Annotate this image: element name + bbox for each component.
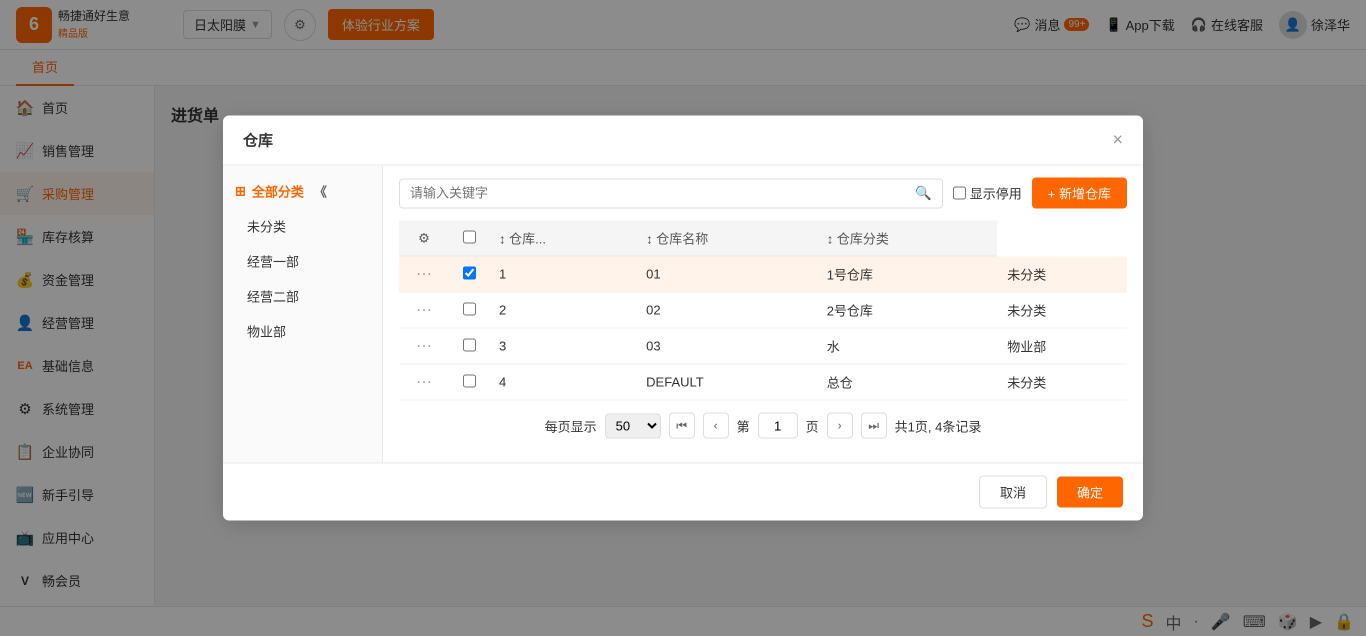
pagination-summary: 共1页, 4条记录 — [895, 416, 982, 435]
warehouse-modal: 仓库 × ⊞ 全部分类 《 未分类 经营一部 经营二部 物业部 🔍 — [223, 116, 1143, 521]
row-action-button[interactable]: ··· — [416, 301, 432, 319]
row-checkbox[interactable] — [463, 302, 476, 315]
row-code-cell: DEFAULT — [636, 364, 817, 400]
category-all-label: 全部分类 — [252, 182, 304, 201]
show-disabled-text: 显示停用 — [970, 184, 1022, 203]
category-unclassified[interactable]: 未分类 — [223, 209, 382, 244]
search-box: 🔍 — [399, 178, 943, 208]
show-disabled-checkbox[interactable] — [953, 187, 966, 200]
category-panel: ⊞ 全部分类 《 未分类 经营一部 经营二部 物业部 — [223, 166, 383, 463]
modal-close-button[interactable]: × — [1112, 130, 1123, 151]
warehouse-table: ⚙ ↕ 仓库... ↕ 仓库名称 ↕ 仓库分类 — [399, 221, 1127, 401]
table-header-row: ⚙ ↕ 仓库... ↕ 仓库名称 ↕ 仓库分类 — [399, 221, 1127, 257]
cancel-button[interactable]: 取消 — [979, 476, 1047, 509]
add-warehouse-button[interactable]: + 新增仓库 — [1032, 178, 1127, 209]
modal-footer: 取消 确定 — [223, 463, 1143, 521]
page-label: 页 — [806, 416, 819, 435]
row-gear-cell: ··· — [399, 364, 449, 400]
row-checkbox[interactable] — [463, 338, 476, 351]
category-collapse-button[interactable]: 《 — [310, 182, 331, 201]
pagination-bar: 每页显示 50 10 20 100 ⏮ ‹ 第 页 › ⏭ 共1页, 4条记录 — [399, 401, 1127, 451]
modal-title: 仓库 — [243, 130, 273, 151]
table-body: ··· 1 01 1号仓库 未分类 ··· 2 02 2号仓库 未分类 ··· … — [399, 256, 1127, 400]
row-num-cell: 4 — [489, 364, 636, 400]
page-number-input[interactable] — [758, 413, 798, 439]
modal-body: ⊞ 全部分类 《 未分类 经营一部 经营二部 物业部 🔍 显示停用 + — [223, 166, 1143, 463]
col-header-category: ↕ 仓库分类 — [817, 221, 998, 257]
table-toolbar: 🔍 显示停用 + 新增仓库 — [399, 178, 1127, 209]
page-word: 第 — [737, 416, 750, 435]
table-row[interactable]: ··· 2 02 2号仓库 未分类 — [399, 292, 1127, 328]
per-page-label: 每页显示 — [545, 416, 597, 435]
row-checkbox-cell — [449, 328, 489, 364]
row-checkbox-cell — [449, 256, 489, 292]
category-operation1[interactable]: 经营一部 — [223, 244, 382, 279]
row-category-cell: 未分类 — [997, 292, 1127, 328]
row-num-cell: 2 — [489, 292, 636, 328]
prev-page-button[interactable]: ‹ — [703, 413, 729, 439]
row-code-cell: 01 — [636, 256, 817, 292]
next-page-button[interactable]: › — [827, 413, 853, 439]
page-size-select[interactable]: 50 10 20 100 — [605, 413, 661, 438]
col-header-gear: ⚙ — [399, 221, 449, 257]
row-gear-cell: ··· — [399, 328, 449, 364]
row-checkbox[interactable] — [463, 266, 476, 279]
row-name-cell: 1号仓库 — [817, 256, 998, 292]
search-input[interactable] — [400, 180, 905, 207]
show-disabled-label: 显示停用 — [953, 184, 1022, 203]
row-checkbox-cell — [449, 364, 489, 400]
col-header-code: ↕ 仓库... — [489, 221, 636, 257]
row-num-cell: 3 — [489, 328, 636, 364]
row-name-cell: 水 — [817, 328, 998, 364]
col-header-checkbox — [449, 221, 489, 257]
table-row[interactable]: ··· 1 01 1号仓库 未分类 — [399, 256, 1127, 292]
table-row[interactable]: ··· 3 03 水 物业部 — [399, 328, 1127, 364]
category-property[interactable]: 物业部 — [223, 314, 382, 349]
last-page-button[interactable]: ⏭ — [861, 413, 887, 439]
table-panel: 🔍 显示停用 + 新增仓库 ⚙ — [383, 166, 1143, 463]
row-action-button[interactable]: ··· — [416, 373, 432, 391]
row-name-cell: 2号仓库 — [817, 292, 998, 328]
category-operation2[interactable]: 经营二部 — [223, 279, 382, 314]
search-button[interactable]: 🔍 — [905, 179, 942, 207]
row-gear-cell: ··· — [399, 256, 449, 292]
row-code-cell: 02 — [636, 292, 817, 328]
first-page-button[interactable]: ⏮ — [669, 413, 695, 439]
category-all[interactable]: ⊞ 全部分类 《 — [223, 174, 382, 209]
confirm-button[interactable]: 确定 — [1057, 477, 1123, 508]
row-gear-cell: ··· — [399, 292, 449, 328]
row-code-cell: 03 — [636, 328, 817, 364]
table-row[interactable]: ··· 4 DEFAULT 总仓 未分类 — [399, 364, 1127, 400]
row-category-cell: 物业部 — [997, 328, 1127, 364]
col-header-name: ↕ 仓库名称 — [636, 221, 817, 257]
row-checkbox[interactable] — [463, 374, 476, 387]
grid-icon: ⊞ — [235, 183, 246, 199]
row-action-button[interactable]: ··· — [416, 265, 432, 283]
row-checkbox-cell — [449, 292, 489, 328]
row-name-cell: 总仓 — [817, 364, 998, 400]
row-category-cell: 未分类 — [997, 364, 1127, 400]
table-container: ⚙ ↕ 仓库... ↕ 仓库名称 ↕ 仓库分类 — [399, 221, 1127, 401]
row-category-cell: 未分类 — [997, 256, 1127, 292]
row-num-cell: 1 — [489, 256, 636, 292]
modal-header: 仓库 × — [223, 116, 1143, 166]
row-action-button[interactable]: ··· — [416, 337, 432, 355]
select-all-checkbox[interactable] — [463, 230, 476, 243]
